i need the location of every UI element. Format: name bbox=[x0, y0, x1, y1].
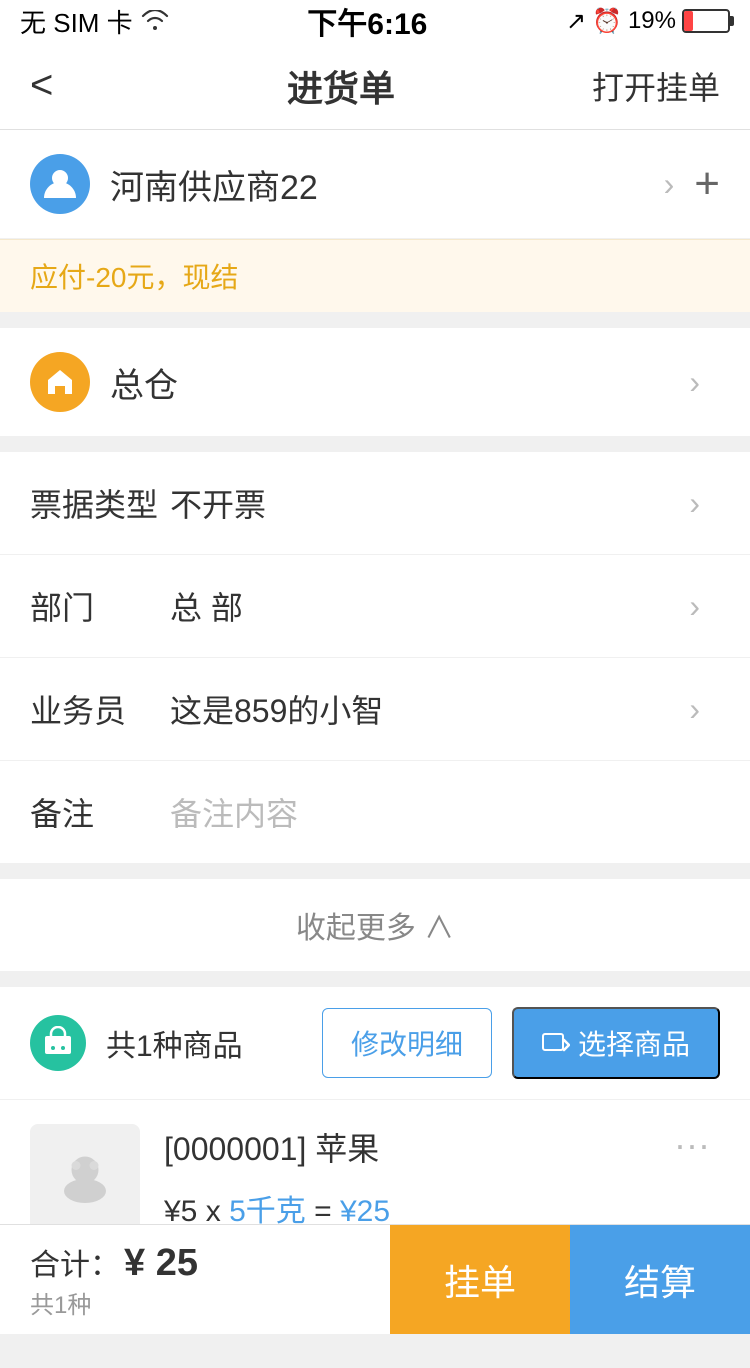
remark-row[interactable]: 备注 备注内容 bbox=[0, 761, 750, 863]
form-card: 票据类型 不开票 › 部门 总 部 › 业务员 这是859的小智 › 备注 备注… bbox=[0, 452, 750, 863]
total-label: 合计： bbox=[30, 1240, 120, 1284]
remark-placeholder: 备注内容 bbox=[170, 789, 720, 835]
supplier-row[interactable]: 河南供应商22 › + bbox=[0, 130, 750, 239]
status-left: 无 SIM 卡 bbox=[20, 3, 169, 40]
supplier-avatar bbox=[30, 154, 90, 214]
warehouse-row[interactable]: 总仓 › bbox=[0, 328, 750, 436]
time-display: 下午6:16 bbox=[307, 0, 427, 43]
home-icon bbox=[44, 366, 76, 398]
content-area: 河南供应商22 › + 应付-20元，现结 总仓 › 票据类型 不开票 › 部门 bbox=[0, 130, 750, 1368]
page-title: 进货单 bbox=[90, 60, 592, 112]
total-row: 合计： ¥ 25 bbox=[30, 1240, 360, 1285]
warehouse-icon bbox=[30, 352, 90, 412]
add-supplier-button[interactable]: + bbox=[694, 159, 720, 209]
bottom-bar: 合计： ¥ 25 共1种 挂单 结算 bbox=[0, 1224, 750, 1334]
alarm-icon: ⏰ bbox=[592, 7, 622, 36]
open-pending-button[interactable]: 打开挂单 bbox=[592, 63, 720, 109]
back-button[interactable]: < bbox=[30, 63, 90, 108]
salesman-row[interactable]: 业务员 这是859的小智 › bbox=[0, 658, 750, 761]
status-right: ↗ ⏰ 19% bbox=[566, 7, 730, 36]
salesman-chevron-icon: › bbox=[689, 691, 700, 728]
warehouse-chevron-icon: › bbox=[689, 364, 700, 401]
location-icon: ↗ bbox=[566, 7, 586, 36]
collapse-bar[interactable]: 收起更多 ∧ bbox=[0, 879, 750, 971]
supplier-card: 河南供应商22 › + 应付-20元，现结 bbox=[0, 130, 750, 312]
select-product-icon bbox=[542, 1031, 570, 1055]
product-thumbnail bbox=[30, 1124, 140, 1234]
department-value: 总 部 bbox=[170, 583, 689, 629]
product-default-image bbox=[55, 1149, 115, 1209]
salesman-value: 这是859的小智 bbox=[170, 686, 689, 732]
product-code: [0000001] bbox=[164, 1131, 306, 1167]
department-label: 部门 bbox=[30, 583, 170, 629]
product-title: 苹果 bbox=[315, 1131, 379, 1167]
checkout-button[interactable]: 结算 bbox=[570, 1225, 750, 1334]
battery-percent: 19% bbox=[628, 7, 676, 35]
select-product-label: 选择商品 bbox=[578, 1023, 690, 1063]
modify-detail-button[interactable]: 修改明细 bbox=[322, 1008, 492, 1078]
select-product-button[interactable]: 选择商品 bbox=[512, 1007, 720, 1079]
remark-label: 备注 bbox=[30, 789, 170, 835]
collapse-label: 收起更多 ∧ bbox=[296, 903, 454, 947]
suspend-button[interactable]: 挂单 bbox=[390, 1225, 570, 1334]
total-section: 合计： ¥ 25 共1种 bbox=[0, 1225, 390, 1334]
warehouse-name: 总仓 bbox=[110, 358, 689, 407]
status-bar: 无 SIM 卡 下午6:16 ↗ ⏰ 19% bbox=[0, 0, 750, 42]
product-header: 共1种商品 修改明细 选择商品 bbox=[0, 987, 750, 1100]
invoice-type-value: 不开票 bbox=[170, 480, 689, 526]
product-info: [0000001] 苹果 ¥5 x 5千克 = ¥25 bbox=[164, 1124, 640, 1230]
product-name: [0000001] 苹果 bbox=[164, 1124, 640, 1170]
wifi-icon bbox=[141, 6, 169, 37]
person-icon bbox=[42, 166, 78, 202]
department-row[interactable]: 部门 总 部 › bbox=[0, 555, 750, 658]
product-header-icon bbox=[30, 1015, 86, 1071]
invoice-type-row[interactable]: 票据类型 不开票 › bbox=[0, 452, 750, 555]
salesman-label: 业务员 bbox=[30, 686, 170, 732]
supplier-name: 河南供应商22 bbox=[110, 160, 664, 209]
supplier-notice: 应付-20元，现结 bbox=[0, 239, 750, 312]
department-chevron-icon: › bbox=[689, 588, 700, 625]
more-options-button[interactable]: ··· bbox=[664, 1124, 720, 1166]
nav-bar: < 进货单 打开挂单 bbox=[0, 42, 750, 130]
total-amount: ¥ 25 bbox=[124, 1242, 198, 1285]
cart-icon bbox=[41, 1026, 75, 1060]
chevron-right-icon: › bbox=[664, 166, 675, 203]
total-count: 共1种 bbox=[30, 1285, 360, 1320]
invoice-chevron-icon: › bbox=[689, 485, 700, 522]
warehouse-card[interactable]: 总仓 › bbox=[0, 328, 750, 436]
battery-icon bbox=[682, 9, 730, 33]
carrier-text: 无 SIM 卡 bbox=[20, 3, 133, 40]
product-count-label: 共1种商品 bbox=[106, 1021, 302, 1065]
invoice-type-label: 票据类型 bbox=[30, 480, 170, 526]
